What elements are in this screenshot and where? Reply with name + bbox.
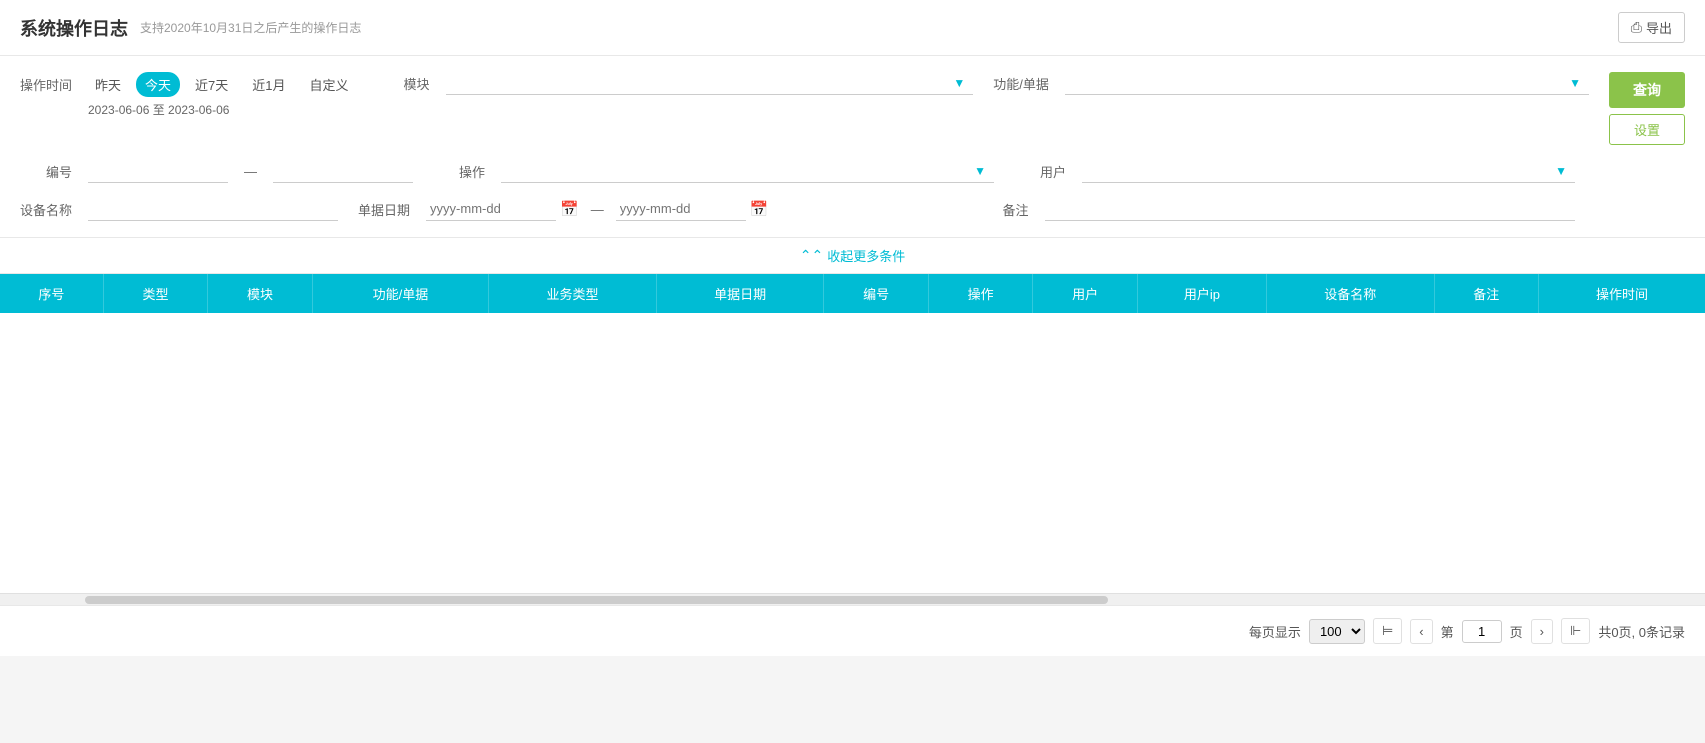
- user-select[interactable]: ▼: [1082, 160, 1575, 183]
- table-col-模块: 模块: [208, 274, 312, 313]
- device-label: 设备名称: [20, 200, 80, 219]
- total-info: 共0页, 0条记录: [1598, 622, 1685, 641]
- header-left: 系统操作日志 支持2020年10月31日之后产生的操作日志: [20, 15, 361, 41]
- date-from-input[interactable]: [426, 197, 556, 221]
- time-filter: 操作时间 昨天 今天 近7天 近1月 自定义 2023-06-06 至 2023…: [20, 72, 358, 118]
- date-inputs: 📅 — 📅: [426, 197, 768, 221]
- table-col-业务类型: 业务类型: [489, 274, 657, 313]
- last-page-button[interactable]: ⊩: [1561, 618, 1590, 644]
- data-table: 序号类型模块功能/单据业务类型单据日期编号操作用户用户ip设备名称备注操作时间: [0, 274, 1705, 313]
- calendar-from-icon[interactable]: 📅: [560, 200, 579, 218]
- table-col-功能/单据: 功能/单据: [312, 274, 488, 313]
- remark-filter: 备注: [977, 197, 1576, 221]
- number-dash: —: [236, 164, 265, 179]
- time-label: 操作时间: [20, 75, 80, 94]
- next-page-button[interactable]: ›: [1531, 619, 1553, 644]
- time-buttons: 昨天 今天 近7天 近1月 自定义: [86, 72, 358, 97]
- remark-input[interactable]: [1045, 197, 1576, 221]
- table-col-操作时间: 操作时间: [1539, 274, 1705, 313]
- voucher-date-label: 单据日期: [358, 200, 418, 219]
- table-col-单据日期: 单据日期: [656, 274, 824, 313]
- table-col-编号: 编号: [824, 274, 928, 313]
- last7-btn[interactable]: 近7天: [186, 72, 237, 97]
- table-col-用户: 用户: [1033, 274, 1137, 313]
- last1m-btn[interactable]: 近1月: [243, 72, 294, 97]
- filter-section: 操作时间 昨天 今天 近7天 近1月 自定义 2023-06-06 至 2023…: [0, 56, 1705, 238]
- pagination-bar: 每页显示 100 50 200 ⊨ ‹ 第 页 › ⊩ 共0页, 0条记录: [0, 605, 1705, 656]
- calendar-to-icon[interactable]: 📅: [750, 200, 769, 218]
- per-page-label: 每页显示: [1249, 622, 1301, 641]
- device-filter: 设备名称: [20, 197, 338, 221]
- page-title: 系统操作日志: [20, 15, 128, 41]
- table-container: 序号类型模块功能/单据业务类型单据日期编号操作用户用户ip设备名称备注操作时间: [0, 274, 1705, 593]
- collapse-bar[interactable]: ⌃⌃ 收起更多条件: [0, 238, 1705, 274]
- table-header: 序号类型模块功能/单据业务类型单据日期编号操作用户用户ip设备名称备注操作时间: [0, 274, 1705, 313]
- scrollbar-thumb: [85, 596, 1108, 604]
- collapse-chevron-icon: ⌃⌃: [800, 247, 823, 264]
- func-filter: 功能/单据 ▼: [993, 72, 1589, 95]
- date-dash: —: [583, 202, 612, 217]
- voucher-date-filter: 单据日期 📅 — 📅: [358, 197, 957, 221]
- action-buttons: 查询 设置: [1609, 72, 1685, 145]
- empty-data: [0, 313, 1705, 593]
- func-select[interactable]: ▼: [1065, 72, 1589, 95]
- number-label: 编号: [20, 162, 80, 181]
- module-filter: 模块 ▼: [378, 72, 974, 95]
- custom-btn[interactable]: 自定义: [301, 72, 358, 97]
- device-input[interactable]: [88, 197, 338, 221]
- page-subtitle: 支持2020年10月31日之后产生的操作日志: [140, 19, 361, 36]
- func-dropdown-icon: ▼: [1569, 76, 1581, 90]
- page-end-label: 页: [1510, 622, 1523, 641]
- first-page-button[interactable]: ⊨: [1373, 618, 1402, 644]
- yesterday-btn[interactable]: 昨天: [86, 72, 130, 97]
- operation-select[interactable]: ▼: [501, 160, 994, 183]
- settings-button[interactable]: 设置: [1609, 114, 1685, 145]
- export-label: 导出: [1646, 18, 1672, 37]
- operation-filter: 操作 ▼: [433, 160, 994, 183]
- export-icon: ⎙: [1631, 19, 1642, 36]
- module-dropdown-icon: ▼: [953, 76, 965, 90]
- number-filter: 编号 —: [20, 159, 413, 183]
- prev-page-button[interactable]: ‹: [1410, 619, 1432, 644]
- table-col-设备名称: 设备名称: [1266, 274, 1434, 313]
- module-label: 模块: [378, 74, 438, 93]
- table-col-序号: 序号: [0, 274, 103, 313]
- date-to-input[interactable]: [616, 197, 746, 221]
- user-filter: 用户 ▼: [1014, 160, 1575, 183]
- table-col-类型: 类型: [103, 274, 207, 313]
- module-select[interactable]: ▼: [446, 72, 974, 95]
- page-label: 第: [1441, 622, 1454, 641]
- today-btn[interactable]: 今天: [136, 72, 180, 97]
- user-dropdown-icon: ▼: [1555, 164, 1567, 178]
- remark-label: 备注: [977, 200, 1037, 219]
- query-button[interactable]: 查询: [1609, 72, 1685, 108]
- per-page-select[interactable]: 100 50 200: [1309, 619, 1365, 644]
- operation-label: 操作: [433, 162, 493, 181]
- date-range: 2023-06-06 至 2023-06-06: [88, 103, 229, 117]
- number-to-input[interactable]: [273, 159, 413, 183]
- func-label: 功能/单据: [993, 74, 1057, 93]
- collapse-label: 收起更多条件: [827, 246, 905, 265]
- table-col-用户ip: 用户ip: [1137, 274, 1266, 313]
- table-header-row: 序号类型模块功能/单据业务类型单据日期编号操作用户用户ip设备名称备注操作时间: [0, 274, 1705, 313]
- user-label: 用户: [1014, 162, 1074, 181]
- operation-dropdown-icon: ▼: [974, 164, 986, 178]
- page-header: 系统操作日志 支持2020年10月31日之后产生的操作日志 ⎙ 导出: [0, 0, 1705, 56]
- table-col-操作: 操作: [928, 274, 1032, 313]
- table-col-备注: 备注: [1434, 274, 1538, 313]
- export-button[interactable]: ⎙ 导出: [1618, 12, 1685, 43]
- number-from-input[interactable]: [88, 159, 228, 183]
- scrollbar-area[interactable]: [0, 593, 1705, 605]
- page-input[interactable]: [1462, 620, 1502, 643]
